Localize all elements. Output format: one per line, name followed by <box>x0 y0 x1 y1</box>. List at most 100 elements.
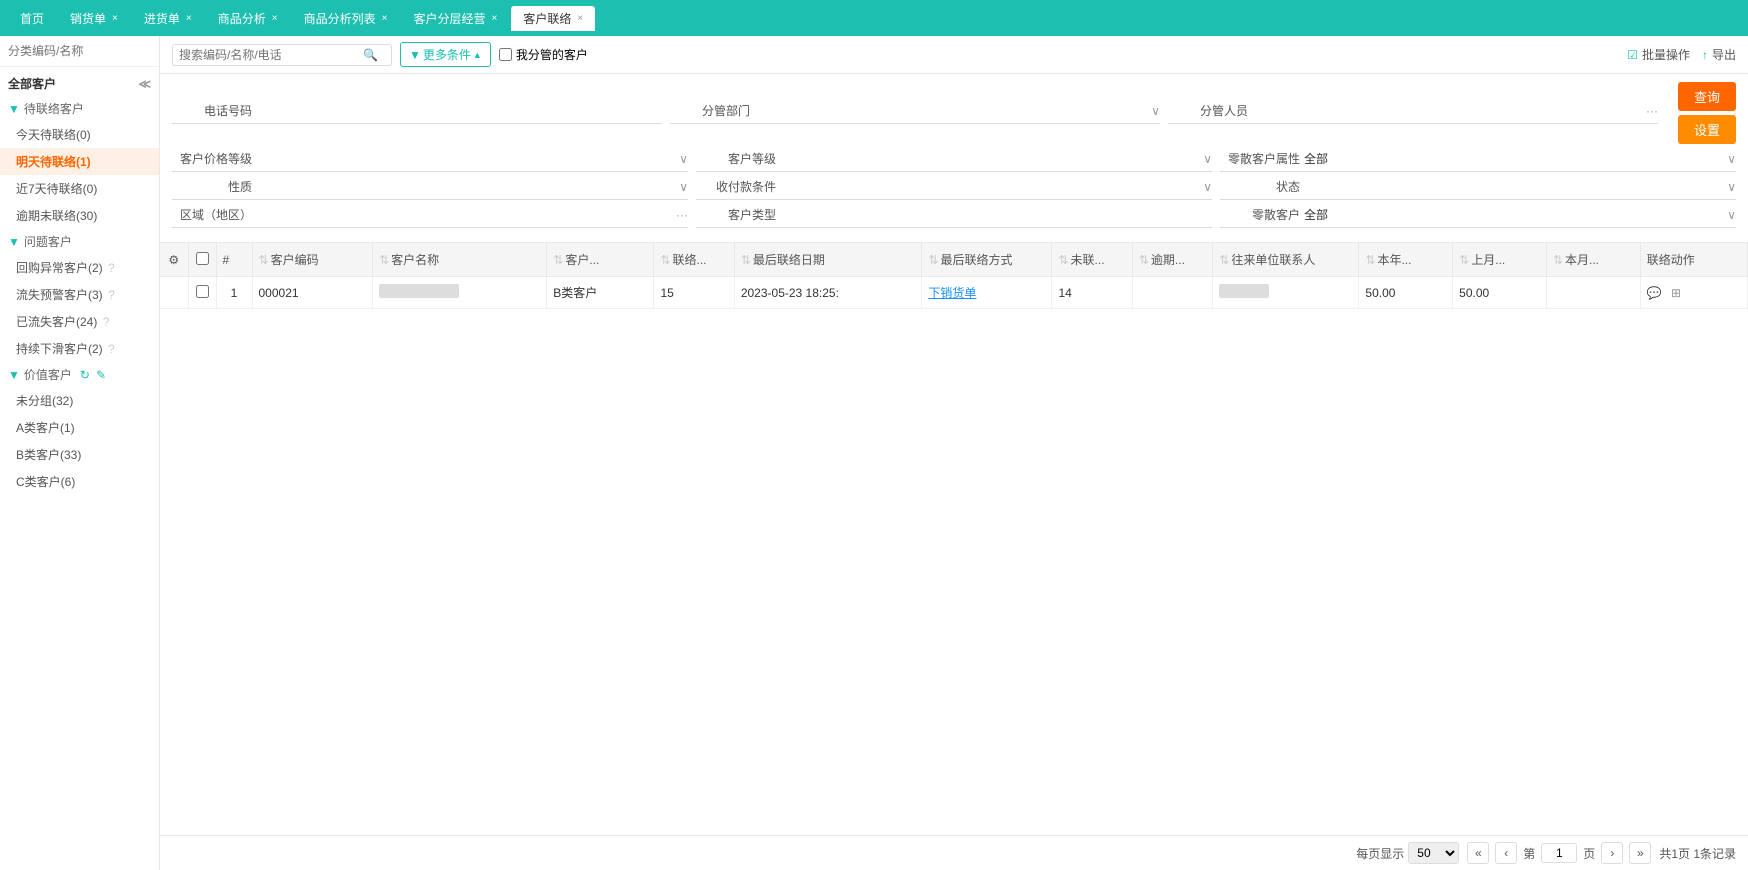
row-last-month-cell: 50.00 <box>1453 277 1547 309</box>
row-overdue-cell <box>1132 277 1212 309</box>
last-page-button[interactable]: » <box>1629 842 1651 864</box>
nav-home[interactable]: 首页 <box>8 6 56 31</box>
sidebar-item-unclassified[interactable]: 未分组(32) <box>0 387 159 414</box>
th-last-contact-date: ⇅ 最后联络日期 <box>734 243 922 277</box>
action-more-icon[interactable]: ⊞ <box>1671 286 1681 300</box>
next-page-button[interactable]: › <box>1601 842 1623 864</box>
retail-customer-dropdown-icon[interactable]: ∨ <box>1727 208 1736 222</box>
select-all-checkbox[interactable] <box>196 252 209 265</box>
question-icon-0: ? <box>108 261 115 275</box>
th-type-sort-icon[interactable]: ⇅ <box>553 253 563 267</box>
question-icon-2: ? <box>103 315 110 329</box>
customer-type-label: 客户类型 <box>696 206 776 223</box>
th-unit-sort-icon[interactable]: ⇅ <box>1219 253 1229 267</box>
first-page-button[interactable]: « <box>1467 842 1489 864</box>
action-contact-icon[interactable]: 💬 <box>1647 286 1662 300</box>
nav-product-analysis-list[interactable]: 商品分析列表 × <box>292 6 400 31</box>
th-not-contacted-sort-icon[interactable]: ⇅ <box>1058 253 1068 267</box>
close-purchase-order-icon[interactable]: × <box>186 13 192 24</box>
region-dropdown-icon[interactable]: ··· <box>676 208 688 222</box>
nav-sales-order[interactable]: 销货单 × <box>58 6 130 31</box>
nav-customer-contact[interactable]: 客户联络 × <box>511 6 595 31</box>
value-customer-section: ▼ 价值客户 ↻ ✎ <box>0 362 159 387</box>
nav-customer-segment[interactable]: 客户分层经营 × <box>401 6 509 31</box>
nature-dropdown-icon[interactable]: ∨ <box>679 180 688 194</box>
sidebar-item-overdue-contact[interactable]: 逾期未联络(30) <box>0 202 159 229</box>
price-level-dropdown-icon[interactable]: ∨ <box>679 152 688 166</box>
my-customers-check-input[interactable] <box>499 48 512 61</box>
th-this-month-sort-icon[interactable]: ⇅ <box>1553 253 1563 267</box>
close-product-analysis-icon[interactable]: × <box>272 13 278 24</box>
close-sales-order-icon[interactable]: × <box>112 13 118 24</box>
customer-table: ⚙ # ⇅ 客户编码 <box>160 243 1748 309</box>
nav-product-analysis[interactable]: 商品分析 × <box>206 6 290 31</box>
payment-terms-label: 收付款条件 <box>696 178 776 195</box>
row-not-contacted-cell: 14 <box>1052 277 1132 309</box>
nav-purchase-order[interactable]: 进货单 × <box>132 6 204 31</box>
export-button[interactable]: ↑ 导出 <box>1702 46 1736 63</box>
retail-customer-field: 零散客户 全部 ∨ <box>1220 206 1736 228</box>
manager-dropdown-icon[interactable]: ··· <box>1646 104 1658 118</box>
sidebar-item-tomorrow-contact[interactable]: 明天待联络(1) <box>0 148 159 175</box>
th-contact-sort-icon[interactable]: ⇅ <box>660 253 670 267</box>
page-number-input[interactable] <box>1541 843 1577 863</box>
page-of-label: 页 <box>1583 845 1595 862</box>
th-date-sort-icon[interactable]: ⇅ <box>741 253 751 267</box>
my-customers-checkbox[interactable]: 我分管的客户 <box>499 46 588 63</box>
th-name-sort-icon[interactable]: ⇅ <box>379 253 389 267</box>
row-name-cell <box>373 277 547 309</box>
row-checkbox[interactable] <box>196 285 209 298</box>
top-navigation: 首页 销货单 × 进货单 × 商品分析 × 商品分析列表 × 客户分层经营 × … <box>0 0 1748 36</box>
sidebar-item-c-customers[interactable]: C类客户(6) <box>0 468 159 495</box>
refresh-icon[interactable]: ↻ <box>80 368 90 382</box>
th-method-sort-icon[interactable]: ⇅ <box>928 253 938 267</box>
search-input[interactable] <box>179 48 359 62</box>
filter-row-1: 电话号码 分管部门 ∨ 分管人员 ··· 查询 设置 <box>172 82 1736 144</box>
region-label: 区域（地区） <box>172 206 252 223</box>
sidebar-item-b-customers[interactable]: B类客户(33) <box>0 441 159 468</box>
manager-label: 分管人员 <box>1168 102 1248 119</box>
search-icon[interactable]: 🔍 <box>363 48 378 62</box>
sidebar-item-repurchase-abnormal[interactable]: 回购异常客户(2) ? <box>0 254 159 281</box>
customer-level-dropdown-icon[interactable]: ∨ <box>1203 152 1212 166</box>
gear-icon[interactable]: ⚙ <box>168 253 179 267</box>
payment-terms-dropdown-icon[interactable]: ∨ <box>1203 180 1212 194</box>
th-overdue-sort-icon[interactable]: ⇅ <box>1139 253 1149 267</box>
th-code-sort-icon[interactable]: ⇅ <box>259 253 269 267</box>
close-product-analysis-list-icon[interactable]: × <box>382 13 388 24</box>
th-gear: ⚙ <box>160 243 188 277</box>
sidebar-item-churned[interactable]: 已流失客户(24) ? <box>0 308 159 335</box>
per-page-select[interactable]: 50 100 200 <box>1408 842 1459 864</box>
sidebar-item-declining[interactable]: 持续下滑客户(2) ? <box>0 335 159 362</box>
region-field: 区域（地区） ··· <box>172 206 688 228</box>
settings-button[interactable]: 设置 <box>1678 115 1736 144</box>
close-customer-contact-icon[interactable]: × <box>577 13 583 24</box>
query-button[interactable]: 查询 <box>1678 82 1736 111</box>
batch-ops-button[interactable]: ☑ 批量操作 <box>1627 46 1690 63</box>
more-conditions-button[interactable]: ▼ 更多条件 ▲ <box>400 42 491 67</box>
th-this-year-sort-icon[interactable]: ⇅ <box>1365 253 1375 267</box>
edit-icon[interactable]: ✎ <box>96 368 106 382</box>
chevron-up-icon: ▲ <box>473 50 482 60</box>
th-customer-name: ⇅ 客户名称 <box>373 243 547 277</box>
close-customer-segment-icon[interactable]: × <box>491 13 497 24</box>
page-size-area: 每页显示 50 100 200 <box>1356 842 1459 864</box>
sidebar-item-a-customers[interactable]: A类客户(1) <box>0 414 159 441</box>
sidebar-item-7day-contact[interactable]: 近7天待联络(0) <box>0 175 159 202</box>
dept-dropdown-icon[interactable]: ∨ <box>1151 104 1160 118</box>
collapse-icon[interactable]: ≪ <box>138 77 151 91</box>
prev-page-button[interactable]: ‹ <box>1495 842 1517 864</box>
sidebar-search-input[interactable] <box>8 44 160 58</box>
question-icon-3: ? <box>108 342 115 356</box>
retail-attr-dropdown-icon[interactable]: ∨ <box>1727 152 1736 166</box>
th-last-month-sort-icon[interactable]: ⇅ <box>1459 253 1469 267</box>
sidebar-item-today-contact[interactable]: 今天待联络(0) <box>0 121 159 148</box>
status-label: 状态 <box>1220 178 1300 195</box>
th-this-month: ⇅ 本月... <box>1546 243 1640 277</box>
sidebar-item-churn-warning[interactable]: 流失预警客户(3) ? <box>0 281 159 308</box>
per-page-label: 每页显示 <box>1356 845 1404 862</box>
th-last-month: ⇅ 上月... <box>1453 243 1547 277</box>
customer-level-field: 客户等级 ∨ <box>696 150 1212 172</box>
status-dropdown-icon[interactable]: ∨ <box>1727 180 1736 194</box>
sales-order-link[interactable]: 下销货单 <box>928 286 976 300</box>
